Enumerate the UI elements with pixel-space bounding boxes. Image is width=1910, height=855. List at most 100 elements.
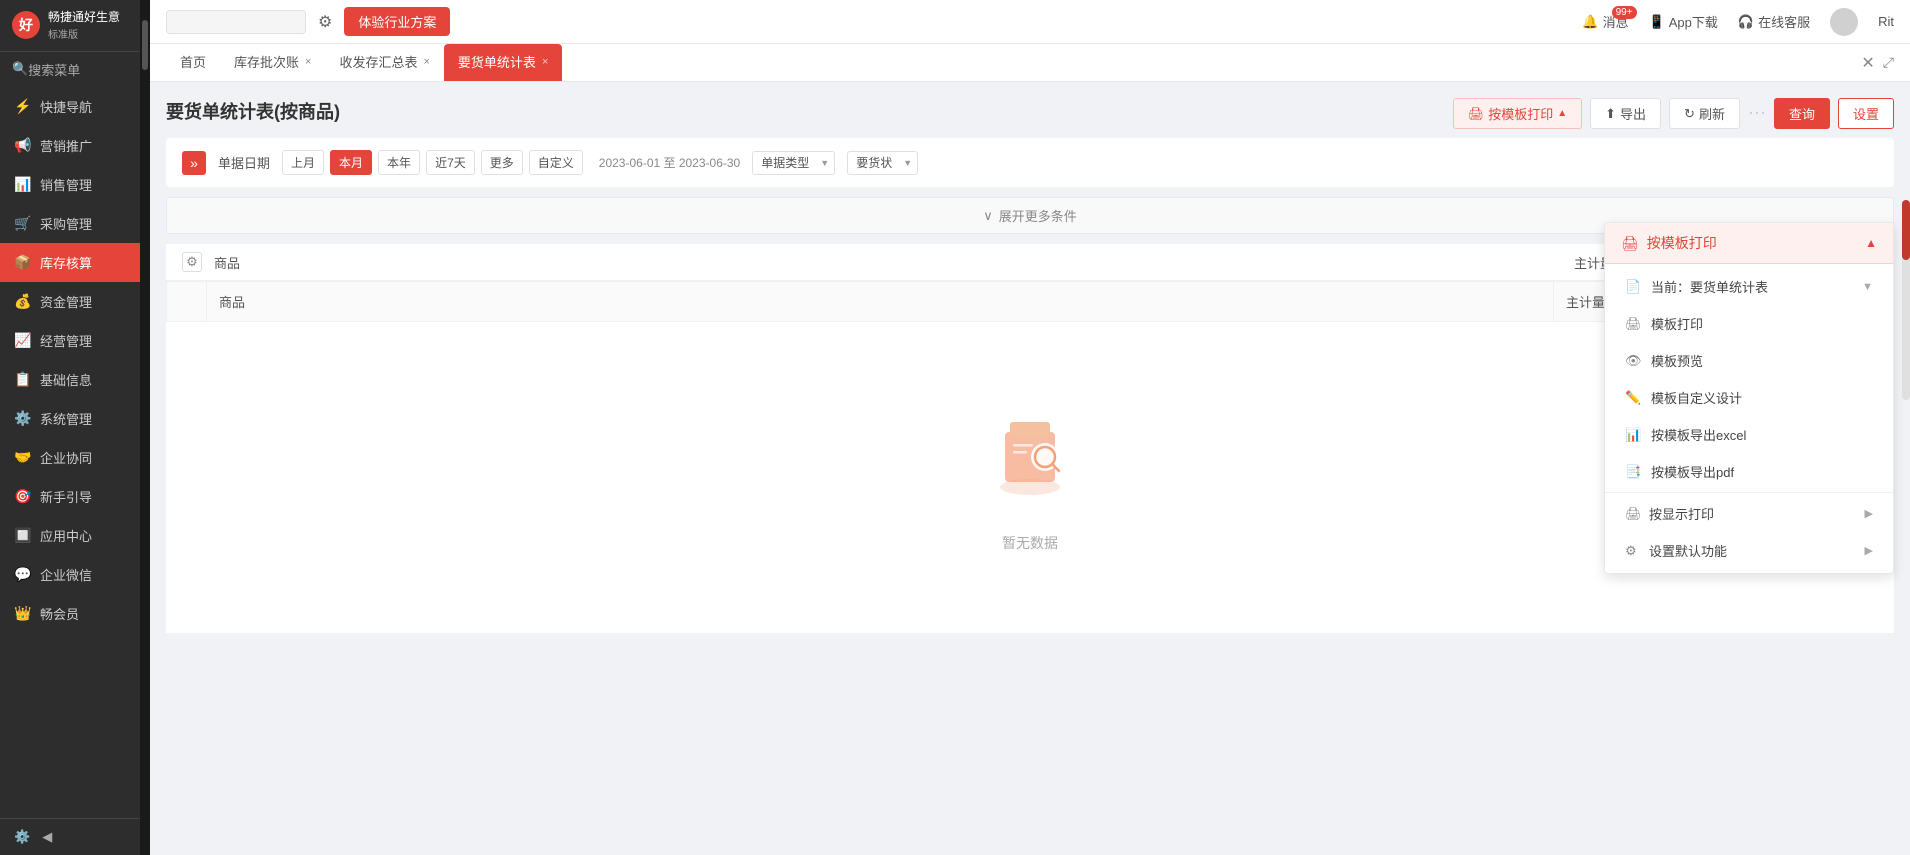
dropdown-header[interactable]: 🖨 按模板打印 ▲ bbox=[1605, 223, 1893, 264]
column-product: 商品 bbox=[214, 253, 1562, 272]
search-menu[interactable]: 🔍 搜索菜单 bbox=[0, 52, 140, 87]
tab-order-stats[interactable]: 要货单统计表 × bbox=[444, 44, 562, 81]
sidebar-item-purchase[interactable]: 🛒 采购管理 bbox=[0, 204, 140, 243]
collapse-icon[interactable]: ◀ bbox=[42, 829, 52, 845]
sidebar-item-quick-nav[interactable]: ⚡ 快捷导航 bbox=[0, 87, 140, 126]
sidebar-item-system[interactable]: ⚙️ 系统管理 bbox=[0, 399, 140, 438]
tab-inventory-batch-close[interactable]: × bbox=[305, 56, 311, 68]
refresh-label: 刷新 bbox=[1699, 104, 1725, 123]
user-avatar[interactable] bbox=[1830, 8, 1858, 36]
print-btn[interactable]: 🖨 按模板打印 ▲ bbox=[1453, 98, 1582, 129]
dropdown-menu: 🖨 按模板打印 ▲ 📄 当前：要货单统计表 ▼ 🖨 模板打印 👁 模板预览 bbox=[1604, 222, 1894, 574]
current-template-arrow: ▼ bbox=[1862, 281, 1873, 293]
mobile-icon: 📱 bbox=[1649, 14, 1665, 30]
settings-btn[interactable]: 设置 bbox=[1838, 98, 1894, 129]
dropdown-template-preview[interactable]: 👁 模板预览 bbox=[1605, 342, 1893, 379]
template-design-label: 模板自定义设计 bbox=[1651, 388, 1742, 407]
member-icon: 👑 bbox=[14, 605, 32, 622]
query-btn[interactable]: 查询 bbox=[1774, 98, 1830, 129]
sidebar-item-beginner[interactable]: 🎯 新手引导 bbox=[0, 477, 140, 516]
tab-order-stats-close[interactable]: × bbox=[542, 56, 548, 68]
type-select-wrapper: 单据类型 bbox=[752, 151, 835, 175]
date-range-display: 2023-06-01 至 2023-06-30 bbox=[599, 154, 740, 171]
right-scrollbar[interactable] bbox=[1902, 200, 1910, 400]
type-select[interactable]: 单据类型 bbox=[752, 151, 835, 175]
settings-bottom-icon[interactable]: ⚙️ bbox=[14, 829, 30, 845]
trial-btn[interactable]: 体验行业方案 bbox=[344, 7, 450, 36]
sidebar-item-operations[interactable]: 📈 经营管理 bbox=[0, 321, 140, 360]
app-logo: 好 畅捷通好生意 标准版 bbox=[0, 0, 140, 52]
sidebar-item-basic-info[interactable]: 📋 基础信息 bbox=[0, 360, 140, 399]
dropdown-template-design[interactable]: ✏️ 模板自定义设计 bbox=[1605, 379, 1893, 416]
filter-bar: » 单据日期 上月 本月 本年 近7天 更多 自定义 2023-06-01 至 … bbox=[166, 138, 1894, 187]
filter-expand-icon[interactable]: » bbox=[182, 151, 206, 175]
sidebar-scrollbar[interactable] bbox=[140, 0, 150, 855]
refresh-btn[interactable]: ↻ 刷新 bbox=[1669, 98, 1740, 129]
empty-illustration bbox=[980, 402, 1080, 521]
export-excel-icon: 📊 bbox=[1625, 427, 1641, 443]
display-print-label: 按显示打印 bbox=[1649, 504, 1714, 523]
dropdown-export-excel[interactable]: 📊 按模板导出excel bbox=[1605, 416, 1893, 453]
export-icon: ⬆ bbox=[1605, 106, 1616, 122]
marketing-icon: 📢 bbox=[14, 137, 32, 154]
date-btn-custom[interactable]: 自定义 bbox=[529, 150, 583, 175]
topbar-search-input[interactable] bbox=[166, 10, 306, 34]
set-default-icon: ⚙ bbox=[1625, 543, 1641, 559]
template-preview-label: 模板预览 bbox=[1651, 351, 1703, 370]
topbar-gear-icon[interactable]: ⚙ bbox=[318, 12, 332, 32]
status-select-wrapper: 要货状 bbox=[847, 151, 918, 175]
print-label: 按模板打印 bbox=[1488, 104, 1553, 123]
dropdown-header-left: 🖨 按模板打印 bbox=[1621, 233, 1717, 253]
sidebar-item-marketing[interactable]: 📢 营销推广 bbox=[0, 126, 140, 165]
date-btn-last-month[interactable]: 上月 bbox=[282, 150, 324, 175]
sidebar-item-finance[interactable]: 💰 资金管理 bbox=[0, 282, 140, 321]
export-btn[interactable]: ⬆ 导出 bbox=[1590, 98, 1661, 129]
system-icon: ⚙️ bbox=[14, 410, 32, 427]
enterprise-icon: 🤝 bbox=[14, 449, 32, 466]
tab-in-out-summary[interactable]: 收发存汇总表 × bbox=[325, 44, 443, 81]
sidebar-item-enterprise-wechat[interactable]: 💬 企业微信 bbox=[0, 555, 140, 594]
dropdown-display-print[interactable]: 🖨 按显示打印 ▶ bbox=[1605, 495, 1893, 532]
sidebar-item-inventory[interactable]: 📦 库存核算 bbox=[0, 243, 140, 282]
template-design-icon: ✏️ bbox=[1625, 390, 1641, 406]
th-checkbox bbox=[167, 282, 207, 322]
template-preview-icon: 👁 bbox=[1625, 353, 1641, 369]
sidebar-item-sales[interactable]: 📊 销售管理 bbox=[0, 165, 140, 204]
tabbar-expand-btn[interactable]: ⤢ bbox=[1883, 54, 1894, 71]
sidebar-item-enterprise[interactable]: 🤝 企业协同 bbox=[0, 438, 140, 477]
date-btn-7days[interactable]: 近7天 bbox=[426, 150, 475, 175]
sidebar-item-app-center[interactable]: 🔲 应用中心 bbox=[0, 516, 140, 555]
page-content: 要货单统计表(按商品) » 单据日期 上月 本月 本年 近7天 更多 自定义 2… bbox=[150, 82, 1910, 855]
purchase-icon: 🛒 bbox=[14, 215, 32, 232]
tab-home[interactable]: 首页 bbox=[166, 44, 220, 81]
current-template-icon: 📄 bbox=[1625, 279, 1641, 295]
dropdown-chevron-up: ▲ bbox=[1865, 236, 1877, 250]
tab-order-stats-label: 要货单统计表 bbox=[458, 52, 536, 71]
dropdown-submenu: 📄 当前：要货单统计表 ▼ 🖨 模板打印 👁 模板预览 ✏️ 模板自定义设计 bbox=[1605, 264, 1893, 573]
dropdown-export-pdf[interactable]: 📑 按模板导出pdf bbox=[1605, 453, 1893, 490]
tabbar-close-btn[interactable]: ✕ bbox=[1861, 53, 1874, 73]
dropdown-current-template[interactable]: 📄 当前：要货单统计表 ▼ bbox=[1605, 268, 1893, 305]
app-name: 畅捷通好生意 bbox=[48, 10, 120, 26]
topbar-right: 🔔 消息 99+ 📱 App下载 🎧 在线客服 Rit bbox=[1582, 8, 1894, 36]
set-default-arrow: ▶ bbox=[1865, 544, 1873, 557]
empty-text: 暂无数据 bbox=[1002, 533, 1058, 553]
app-download-item[interactable]: 📱 App下载 bbox=[1649, 12, 1718, 31]
date-btn-more[interactable]: 更多 bbox=[481, 150, 523, 175]
export-excel-label: 按模板导出excel bbox=[1651, 425, 1746, 444]
dropdown-title: 按模板打印 bbox=[1647, 233, 1717, 253]
search-menu-label: 搜索菜单 bbox=[28, 60, 80, 79]
sidebar-item-member[interactable]: 👑 畅会员 bbox=[0, 594, 140, 633]
dropdown-template-print[interactable]: 🖨 模板打印 bbox=[1605, 305, 1893, 342]
tab-inventory-batch[interactable]: 库存批次账 × bbox=[220, 44, 325, 81]
table-settings-icon[interactable]: ⚙ bbox=[182, 252, 202, 272]
date-btn-this-year[interactable]: 本年 bbox=[378, 150, 420, 175]
date-btn-this-month[interactable]: 本月 bbox=[330, 150, 372, 175]
date-btn-group: 上月 本月 本年 近7天 更多 自定义 bbox=[282, 150, 583, 175]
dropdown-set-default[interactable]: ⚙ 设置默认功能 ▶ bbox=[1605, 532, 1893, 569]
search-icon: 🔍 bbox=[12, 61, 28, 77]
tab-in-out-summary-close[interactable]: × bbox=[423, 56, 429, 68]
notifications-item[interactable]: 🔔 消息 99+ bbox=[1582, 12, 1628, 31]
status-select[interactable]: 要货状 bbox=[847, 151, 918, 175]
online-service-item[interactable]: 🎧 在线客服 bbox=[1738, 12, 1810, 31]
